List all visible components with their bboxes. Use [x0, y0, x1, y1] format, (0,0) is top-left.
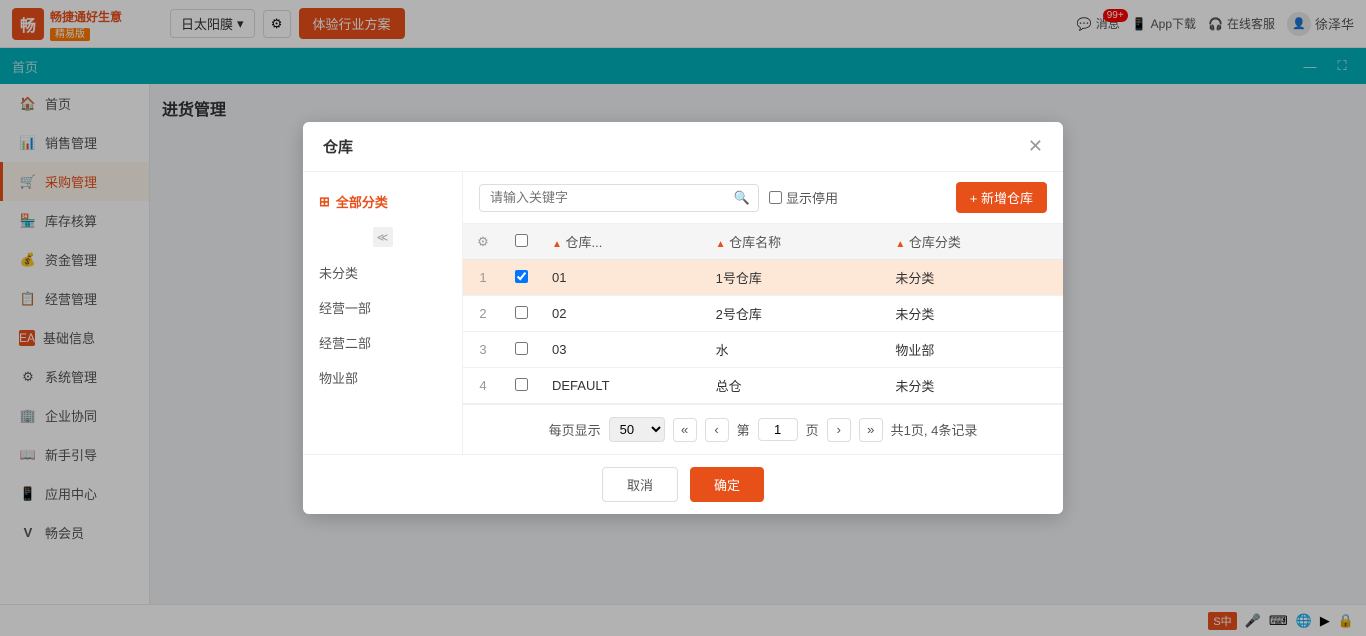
row-category: 未分类: [883, 296, 1063, 332]
search-box: 🔍: [479, 184, 759, 212]
sort-icon-name: ▲: [716, 239, 726, 250]
search-input[interactable]: [480, 185, 726, 210]
grid-icon: ⊞: [319, 194, 330, 210]
row-checkbox-cell[interactable]: [503, 332, 540, 368]
warehouse-table: ⚙ ▲ 仓库... ▲ 仓库名称: [463, 224, 1063, 404]
column-code: ▲ 仓库...: [540, 224, 704, 260]
row-checkbox-cell[interactable]: [503, 260, 540, 296]
dialog-sidebar: ⊞ 全部分类 ≪ 未分类 经营一部 经营二部 物业部: [303, 172, 463, 454]
dialog-sidebar-dept1[interactable]: 经营一部: [303, 290, 462, 325]
row-checkbox-cell[interactable]: [503, 296, 540, 332]
per-page-select[interactable]: 50 100: [609, 417, 665, 442]
dialog-pagination: 每页显示 50 100 « ‹ 第 页 › » 共1页, 4条记录: [463, 404, 1063, 454]
page-input[interactable]: [758, 418, 798, 441]
row-category: 未分类: [883, 368, 1063, 404]
row-num: 3: [463, 332, 503, 368]
dialog-sidebar-unclassified[interactable]: 未分类: [303, 255, 462, 290]
row-num: 4: [463, 368, 503, 404]
dialog-header: 仓库 ✕: [303, 122, 1063, 172]
last-page-button[interactable]: »: [859, 418, 883, 442]
total-label: 共1页, 4条记录: [891, 420, 978, 439]
dialog-sidebar-all[interactable]: ⊞ 全部分类: [303, 184, 462, 219]
dialog-toolbar: 🔍 显示停用 + 新增仓库: [463, 172, 1063, 224]
sort-icon-cat: ▲: [895, 239, 905, 250]
row-category: 物业部: [883, 332, 1063, 368]
table-row[interactable]: 1 01 1号仓库 未分类: [463, 260, 1063, 296]
column-name: ▲ 仓库名称: [704, 224, 884, 260]
row-checkbox[interactable]: [515, 342, 528, 355]
cancel-button[interactable]: 取消: [602, 467, 678, 502]
row-category: 未分类: [883, 260, 1063, 296]
column-checkbox: [503, 224, 540, 260]
dialog-sidebar-property[interactable]: 物业部: [303, 360, 462, 395]
warehouse-dialog: 仓库 ✕ ⊞ 全部分类 ≪ 未分类 经营一部 经营二部: [303, 122, 1063, 514]
table-row[interactable]: 3 03 水 物业部: [463, 332, 1063, 368]
column-category: ▲ 仓库分类: [883, 224, 1063, 260]
select-all-checkbox[interactable]: [515, 234, 528, 247]
row-checkbox[interactable]: [515, 306, 528, 319]
prev-page-button[interactable]: ‹: [705, 418, 729, 442]
table-header-row: ⚙ ▲ 仓库... ▲ 仓库名称: [463, 224, 1063, 260]
row-checkbox-cell[interactable]: [503, 368, 540, 404]
next-page-button[interactable]: ›: [827, 418, 851, 442]
dialog-overlay: 仓库 ✕ ⊞ 全部分类 ≪ 未分类 经营一部 经营二部: [0, 0, 1366, 636]
dialog-sidebar-dept2[interactable]: 经营二部: [303, 325, 462, 360]
sidebar-collapse-button[interactable]: ≪: [373, 227, 393, 247]
sort-icon: ▲: [552, 239, 562, 250]
column-gear[interactable]: ⚙: [463, 224, 503, 260]
first-page-button[interactable]: «: [673, 418, 697, 442]
table-row[interactable]: 2 02 2号仓库 未分类: [463, 296, 1063, 332]
page-label: 第: [737, 420, 750, 439]
row-code: DEFAULT: [540, 368, 704, 404]
row-code: 02: [540, 296, 704, 332]
row-name: 2号仓库: [704, 296, 884, 332]
add-warehouse-button[interactable]: + 新增仓库: [956, 182, 1047, 213]
dialog-footer: 取消 确定: [303, 454, 1063, 514]
row-num: 2: [463, 296, 503, 332]
dialog-title: 仓库: [323, 136, 353, 157]
show-disabled-checkbox[interactable]: [769, 191, 782, 204]
row-code: 03: [540, 332, 704, 368]
dialog-body: ⊞ 全部分类 ≪ 未分类 经营一部 经营二部 物业部: [303, 172, 1063, 454]
dialog-main: 🔍 显示停用 + 新增仓库 ⚙: [463, 172, 1063, 454]
per-page-label: 每页显示: [549, 420, 601, 439]
row-code: 01: [540, 260, 704, 296]
row-checkbox[interactable]: [515, 270, 528, 283]
row-name: 水: [704, 332, 884, 368]
confirm-button[interactable]: 确定: [690, 467, 764, 502]
table-row[interactable]: 4 DEFAULT 总仓 未分类: [463, 368, 1063, 404]
row-name: 1号仓库: [704, 260, 884, 296]
search-icon[interactable]: 🔍: [726, 185, 758, 211]
page-suffix: 页: [806, 420, 819, 439]
row-checkbox[interactable]: [515, 378, 528, 391]
row-num: 1: [463, 260, 503, 296]
show-disabled-label[interactable]: 显示停用: [769, 188, 838, 207]
row-name: 总仓: [704, 368, 884, 404]
dialog-close-button[interactable]: ✕: [1028, 136, 1043, 157]
